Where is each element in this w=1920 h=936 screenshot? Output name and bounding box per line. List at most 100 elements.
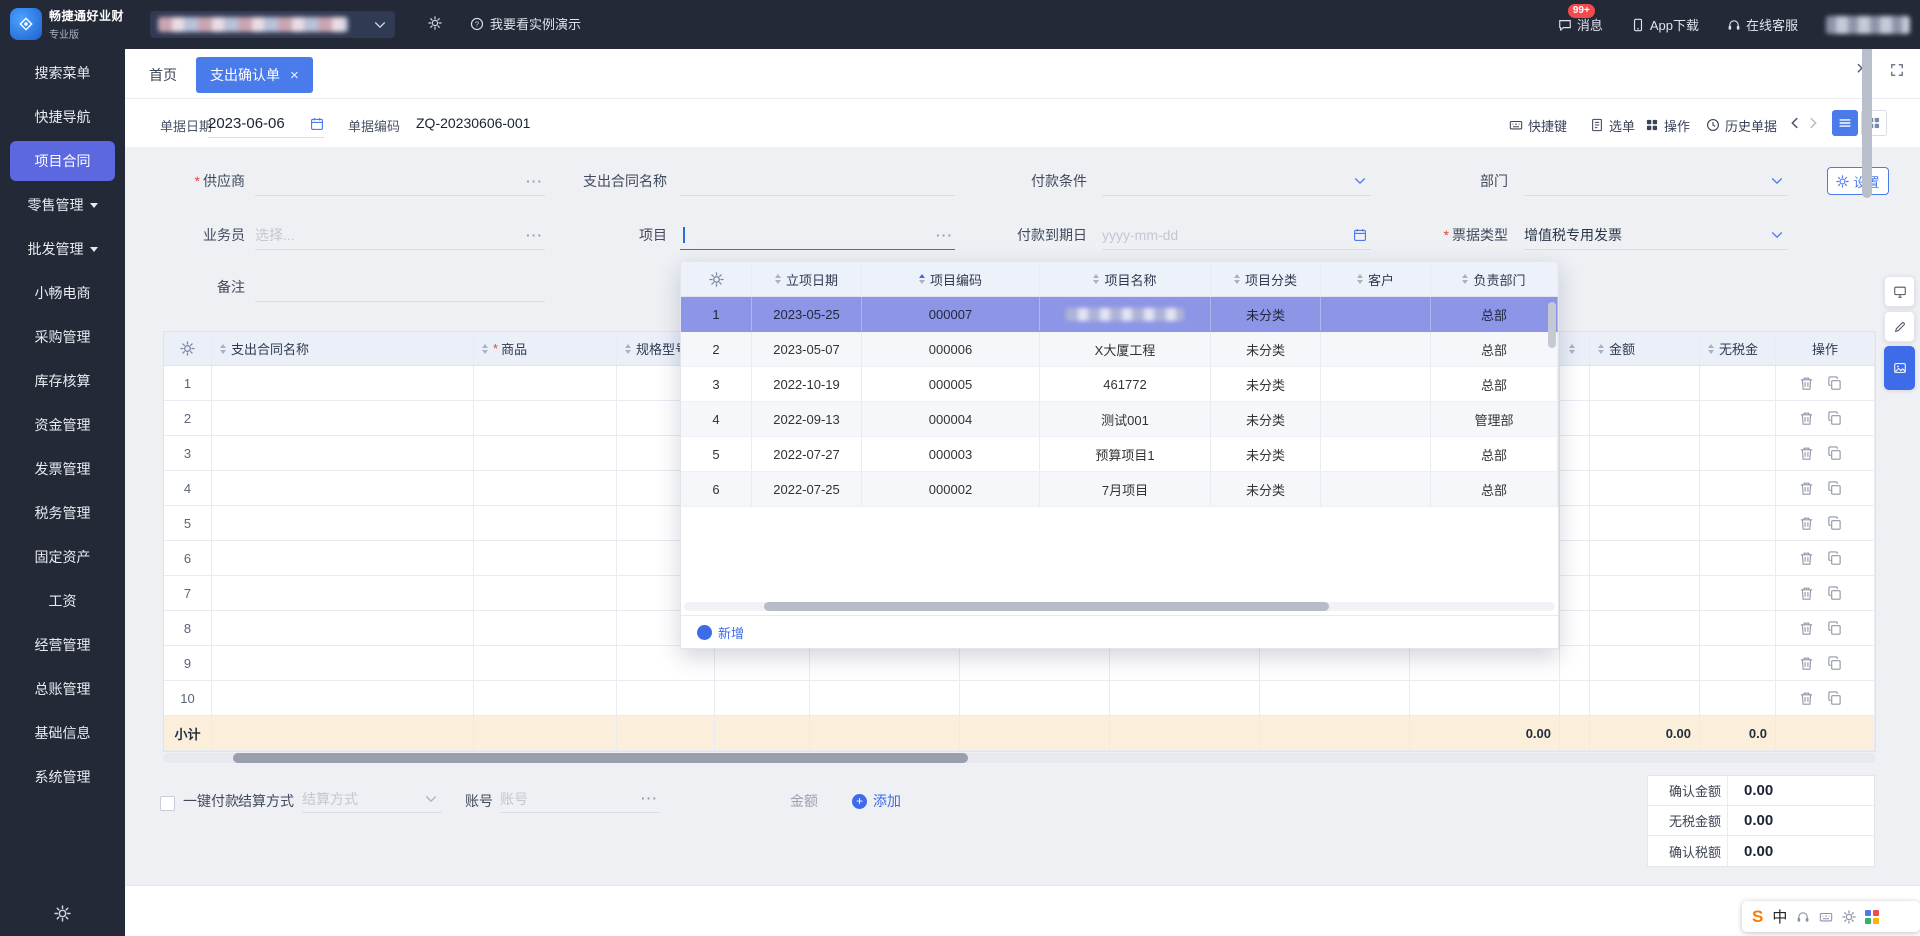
action-menu-button[interactable]: 操作: [1645, 113, 1690, 137]
doc-date-field[interactable]: 2023-06-06: [208, 110, 324, 138]
sidebar-item-4[interactable]: 批发管理: [10, 229, 115, 269]
copy-row-icon[interactable]: [1827, 621, 1842, 636]
sort-icon[interactable]: [918, 274, 925, 284]
sidebar-item-11[interactable]: 固定资产: [10, 537, 115, 577]
project-picker-icon[interactable]: ···: [936, 227, 953, 243]
sort-icon[interactable]: [1569, 343, 1575, 354]
popup-col-header[interactable]: 负责部门: [1431, 262, 1558, 296]
remark-input[interactable]: [255, 272, 545, 302]
history-button[interactable]: 历史单据: [1706, 113, 1777, 137]
grid-cell[interactable]: [212, 401, 474, 435]
tab-home[interactable]: 首页: [138, 57, 188, 93]
grid-cell[interactable]: [474, 646, 617, 680]
sidebar-item-1[interactable]: 快捷导航: [10, 97, 115, 137]
onekey-pay-checkbox[interactable]: [160, 796, 175, 811]
sort-icon[interactable]: [1093, 274, 1100, 284]
sidebar-item-3[interactable]: 零售管理: [10, 185, 115, 225]
grid-col-header[interactable]: 无税金: [1700, 332, 1776, 365]
project-input[interactable]: ···: [680, 220, 955, 250]
sidebar-item-12[interactable]: 工资: [10, 581, 115, 621]
ime-mic-icon[interactable]: [1796, 910, 1810, 924]
popup-vertical-scrollbar[interactable]: [1548, 302, 1556, 348]
grid-cell[interactable]: [212, 681, 474, 715]
popup-hscroll-thumb[interactable]: [764, 602, 1329, 611]
sort-icon[interactable]: [625, 343, 631, 354]
popup-add-new-button[interactable]: + 新增: [681, 615, 1558, 648]
grid-cell[interactable]: [212, 436, 474, 470]
delete-row-icon[interactable]: [1799, 411, 1814, 426]
supplier-input[interactable]: ···: [255, 166, 545, 196]
settle-method-select[interactable]: 结算方式: [302, 785, 442, 813]
grid-cell[interactable]: [715, 681, 810, 715]
sort-icon[interactable]: [1356, 274, 1363, 284]
grid-cell[interactable]: [474, 506, 617, 540]
grid-cell[interactable]: [1560, 332, 1590, 365]
delete-row-icon[interactable]: [1799, 516, 1814, 531]
popup-settings-gear-icon[interactable]: [681, 262, 752, 296]
username-redacted[interactable]: [1826, 15, 1910, 34]
grid-cell[interactable]: [474, 401, 617, 435]
pick-doc-button[interactable]: 选单: [1590, 113, 1635, 137]
grid-cell[interactable]: [617, 681, 715, 715]
due-date-input[interactable]: yyyy-mm-dd: [1102, 220, 1371, 250]
department-select[interactable]: [1524, 166, 1788, 196]
tab-close-icon[interactable]: ×: [290, 67, 299, 84]
copy-row-icon[interactable]: [1827, 586, 1842, 601]
delete-row-icon[interactable]: [1799, 656, 1814, 671]
popup-row-2[interactable]: 2 2023-05-07 000006 X大厦工程 未分类 总部: [681, 332, 1558, 367]
grid-hscroll-thumb[interactable]: [233, 753, 968, 763]
grid-cell[interactable]: [474, 541, 617, 575]
sidebar-item-8[interactable]: 资金管理: [10, 405, 115, 445]
grid-cell[interactable]: [212, 366, 474, 400]
grid-cell[interactable]: [212, 576, 474, 610]
sort-icon[interactable]: [1598, 343, 1604, 354]
delete-row-icon[interactable]: [1799, 586, 1814, 601]
copy-row-icon[interactable]: [1827, 411, 1842, 426]
grid-vertical-scrollbar[interactable]: [1862, 38, 1872, 198]
delete-row-icon[interactable]: [1799, 446, 1814, 461]
sort-icon[interactable]: [1233, 274, 1240, 284]
calendar-icon[interactable]: [1353, 228, 1367, 242]
ime-skin-icon[interactable]: [1865, 909, 1880, 924]
delete-row-icon[interactable]: [1799, 691, 1814, 706]
delete-row-icon[interactable]: [1799, 551, 1814, 566]
sidebar-item-15[interactable]: 基础信息: [10, 713, 115, 753]
expand-icon[interactable]: [1890, 63, 1904, 77]
popup-col-header[interactable]: 项目分类: [1211, 262, 1321, 296]
list-view-toggle[interactable]: [1832, 110, 1858, 136]
chevron-down-icon[interactable]: [1770, 228, 1784, 242]
grid-cell[interactable]: [474, 681, 617, 715]
org-select[interactable]: [150, 11, 395, 38]
sort-icon[interactable]: [774, 274, 781, 284]
online-service-button[interactable]: 在线客服: [1727, 15, 1798, 34]
ime-mode-toggle[interactable]: 中: [1772, 906, 1787, 927]
copy-row-icon[interactable]: [1827, 516, 1842, 531]
delete-row-icon[interactable]: [1799, 481, 1814, 496]
account-picker-icon[interactable]: ···: [641, 790, 658, 806]
popup-col-header[interactable]: 项目编码: [862, 262, 1040, 296]
invoice-type-select[interactable]: 增值税专用发票: [1524, 220, 1788, 250]
edit-tool[interactable]: [1884, 311, 1915, 342]
sort-icon[interactable]: [1462, 274, 1469, 284]
copy-row-icon[interactable]: [1827, 446, 1842, 461]
messages-button[interactable]: 99+ 消息: [1558, 4, 1603, 34]
grid-cell[interactable]: [474, 471, 617, 505]
prev-doc-icon[interactable]: [1788, 116, 1802, 130]
account-input[interactable]: 账号 ···: [500, 785, 660, 813]
grid-col-header[interactable]: 支出合同名称: [212, 332, 474, 365]
sort-icon[interactable]: [1708, 343, 1714, 354]
contract-name-input[interactable]: [680, 166, 955, 196]
form-panel-tool[interactable]: [1884, 276, 1915, 307]
delete-row-icon[interactable]: [1799, 621, 1814, 636]
grid-cell[interactable]: [212, 506, 474, 540]
popup-row-3[interactable]: 3 2022-10-19 000005 461772 未分类 总部: [681, 367, 1558, 402]
grid-cell[interactable]: [474, 436, 617, 470]
sidebar-item-2[interactable]: 项目合同: [10, 141, 115, 181]
grid-cell[interactable]: [474, 576, 617, 610]
grid-cell[interactable]: [212, 541, 474, 575]
demo-link[interactable]: 我要看实例演示: [470, 14, 581, 33]
grid-col-header[interactable]: 金额: [1590, 332, 1700, 365]
ime-engine-icon[interactable]: S: [1752, 907, 1763, 927]
popup-row-5[interactable]: 5 2022-07-27 000003 预算项目1 未分类 总部: [681, 437, 1558, 472]
sort-icon[interactable]: [220, 343, 226, 354]
